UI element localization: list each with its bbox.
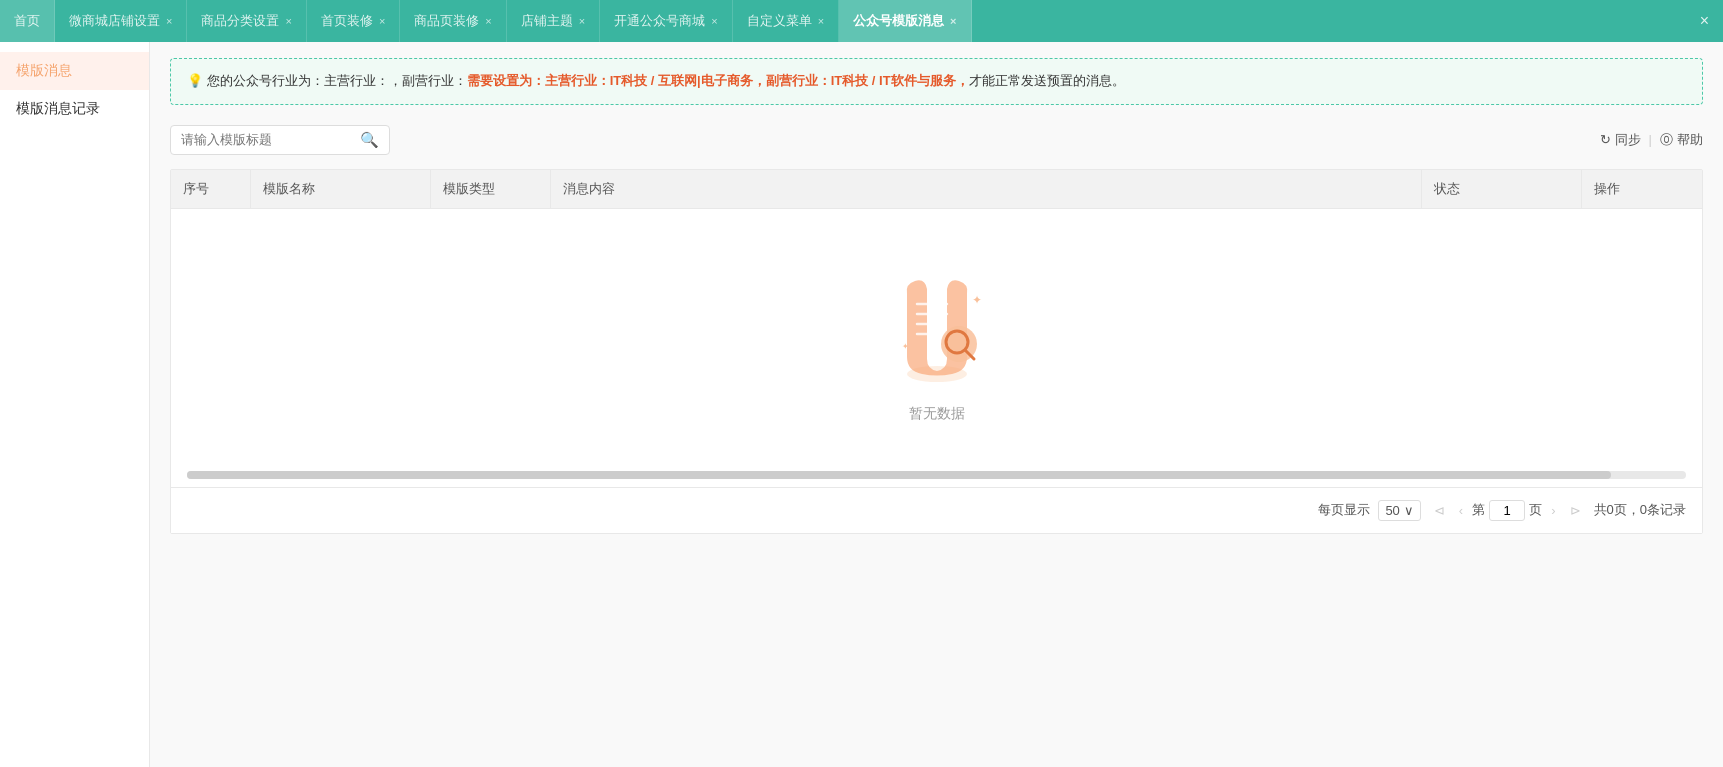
sync-button[interactable]: ↻ 同步 (1600, 131, 1641, 149)
nav-tab-label-7: 自定义菜单 (747, 12, 812, 30)
search-bar: 🔍 ↻ 同步 | ⓪ 帮助 (170, 125, 1703, 155)
nav-tab-0[interactable]: 首页 (0, 0, 55, 42)
sidebar-item-1[interactable]: 模版消息记录 (0, 90, 149, 128)
nav-tab-label-6: 开通公众号商城 (614, 12, 705, 30)
sidebar: 模版消息模版消息记录 (0, 42, 150, 767)
scrollbar-thumb (187, 471, 1611, 479)
page-summary: 共0页，0条记录 (1594, 501, 1686, 519)
first-page-button[interactable]: ⊲ (1429, 501, 1450, 520)
alert-prefix: 💡 您的公众号行业为：主营行业：，副营行业： (187, 73, 467, 88)
nav-tab-7[interactable]: 自定义菜单 × (733, 0, 839, 42)
nav-tab-6[interactable]: 开通公众号商城 × (600, 0, 732, 42)
table-header-col-1: 模版名称 (251, 170, 431, 208)
scrollbar-track[interactable] (187, 471, 1686, 479)
chevron-down-icon: ∨ (1404, 503, 1414, 518)
table-header: 序号模版名称模版类型消息内容状态操作 (171, 170, 1702, 209)
sidebar-item-0[interactable]: 模版消息 (0, 52, 149, 90)
search-input[interactable] (181, 132, 360, 147)
table-header-col-3: 消息内容 (551, 170, 1422, 208)
nav-tab-4[interactable]: 商品页装修 × (400, 0, 506, 42)
nav-tab-close-6[interactable]: × (711, 15, 717, 27)
nav-tab-close-7[interactable]: × (818, 15, 824, 27)
nav-tab-label-3: 首页装修 (321, 12, 373, 30)
sync-icon: ↻ (1600, 132, 1611, 147)
nav-tab-5[interactable]: 店铺主题 × (507, 0, 600, 42)
page-label: 第 (1472, 501, 1485, 519)
empty-text: 暂无数据 (909, 405, 965, 423)
nav-tab-label-4: 商品页装修 (414, 12, 479, 30)
nav-tab-close-1[interactable]: × (166, 15, 172, 27)
help-icon: ⓪ (1660, 131, 1673, 149)
svg-text:✦: ✦ (972, 293, 982, 307)
page-size-label: 每页显示 (1318, 501, 1370, 519)
search-wrap: 🔍 (170, 125, 390, 155)
nav-tab-close-5[interactable]: × (579, 15, 585, 27)
svg-text:✦: ✦ (902, 342, 909, 351)
nav-tab-8[interactable]: 公众号模版消息 × (839, 0, 971, 42)
nav-tab-label-0: 首页 (14, 12, 40, 30)
nav-tab-label-2: 商品分类设置 (201, 12, 279, 30)
nav-tab-label-5: 店铺主题 (521, 12, 573, 30)
content-area: 💡 您的公众号行业为：主营行业：，副营行业：需要设置为：主营行业：IT科技 / … (150, 42, 1723, 767)
pagination-area: 每页显示 50 ∨ ⊲ ‹ 第 页 › ⊳ 共0页，0条记录 (171, 487, 1702, 533)
last-page-button[interactable]: ⊳ (1565, 501, 1586, 520)
nav-tab-label-8: 公众号模版消息 (853, 12, 944, 30)
search-icon[interactable]: 🔍 (360, 131, 379, 149)
nav-tab-label-1: 微商城店铺设置 (69, 12, 160, 30)
table-header-col-4: 状态 (1422, 170, 1582, 208)
alert-suffix: 才能正常发送预置的消息。 (969, 73, 1125, 88)
nav-tab-3[interactable]: 首页装修 × (307, 0, 400, 42)
page-number-input[interactable] (1489, 500, 1525, 521)
page-nav: ⊲ ‹ 第 页 › ⊳ (1429, 500, 1586, 521)
page-unit: 页 (1529, 501, 1542, 519)
industry-alert: 💡 您的公众号行业为：主营行业：，副营行业：需要设置为：主营行业：IT科技 / … (170, 58, 1703, 105)
empty-icon: ✦ ✦ (877, 269, 997, 389)
nav-tab-close-8[interactable]: × (950, 15, 956, 27)
help-button[interactable]: ⓪ 帮助 (1660, 131, 1703, 149)
table-header-col-0: 序号 (171, 170, 251, 208)
next-page-button[interactable]: › (1546, 501, 1560, 520)
data-table: 序号模版名称模版类型消息内容状态操作 (170, 169, 1703, 534)
page-size-select[interactable]: 50 ∨ (1378, 500, 1420, 521)
nav-tab-1[interactable]: 微商城店铺设置 × (55, 0, 187, 42)
nav-tab-2[interactable]: 商品分类设置 × (187, 0, 306, 42)
table-header-col-5: 操作 (1582, 170, 1702, 208)
empty-state: ✦ ✦ 暂无数据 (171, 209, 1702, 463)
top-nav: 首页微商城店铺设置×商品分类设置×首页装修×商品页装修×店铺主题×开通公众号商城… (0, 0, 1723, 42)
toolbar-right: ↻ 同步 | ⓪ 帮助 (1600, 131, 1703, 149)
nav-tab-close-3[interactable]: × (379, 15, 385, 27)
nav-tab-close-2[interactable]: × (285, 15, 291, 27)
prev-page-button[interactable]: ‹ (1454, 501, 1468, 520)
table-header-col-2: 模版类型 (431, 170, 551, 208)
page-size-value: 50 (1385, 503, 1399, 518)
toolbar-divider: | (1649, 132, 1652, 147)
main-layout: 模版消息模版消息记录 💡 您的公众号行业为：主营行业：，副营行业：需要设置为：主… (0, 42, 1723, 767)
nav-tab-close-4[interactable]: × (485, 15, 491, 27)
global-close-button[interactable]: × (1686, 12, 1723, 30)
alert-highlight: 需要设置为：主营行业：IT科技 / 互联网|电子商务，副营行业：IT科技 / I… (467, 73, 969, 88)
